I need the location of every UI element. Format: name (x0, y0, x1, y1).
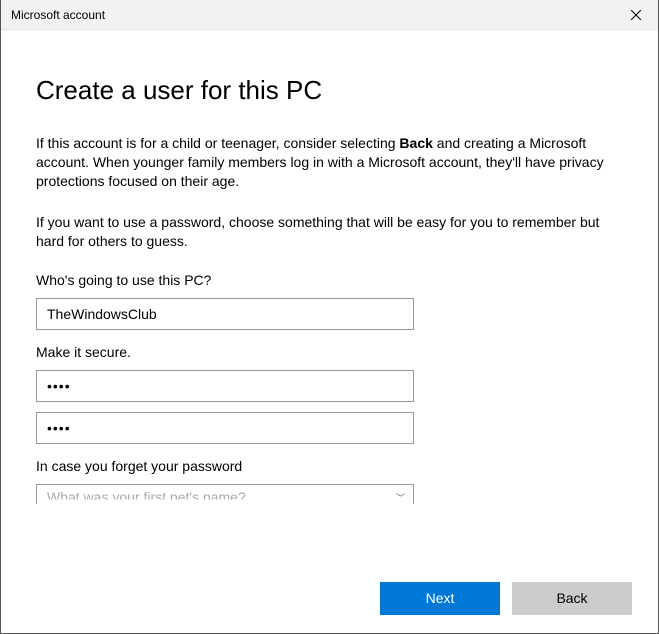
username-input[interactable] (36, 298, 414, 330)
description-child: If this account is for a child or teenag… (36, 134, 623, 191)
close-button[interactable] (613, 0, 658, 30)
chevron-down-icon: ﹀ (396, 491, 405, 504)
description-password: If you want to use a password, choose so… (36, 213, 623, 251)
security-question-dropdown[interactable]: What was your first pet's name? ﹀ (36, 484, 414, 504)
password-confirm-input[interactable] (36, 412, 414, 444)
security-question-placeholder: What was your first pet's name? (47, 489, 246, 504)
back-button[interactable]: Back (512, 582, 632, 615)
desc-text-bold: Back (399, 135, 432, 151)
password-input[interactable] (36, 370, 414, 402)
window-title: Microsoft account (11, 8, 105, 22)
titlebar: Microsoft account (1, 0, 658, 30)
forget-label: In case you forget your password (36, 458, 623, 474)
page-heading: Create a user for this PC (36, 75, 623, 106)
close-icon (631, 10, 641, 20)
username-label: Who's going to use this PC? (36, 272, 623, 288)
next-button[interactable]: Next (380, 582, 500, 615)
footer: Next Back (1, 563, 658, 633)
desc-text-pre: If this account is for a child or teenag… (36, 135, 399, 151)
secure-label: Make it secure. (36, 344, 623, 360)
main-content: Create a user for this PC If this accoun… (1, 30, 658, 563)
